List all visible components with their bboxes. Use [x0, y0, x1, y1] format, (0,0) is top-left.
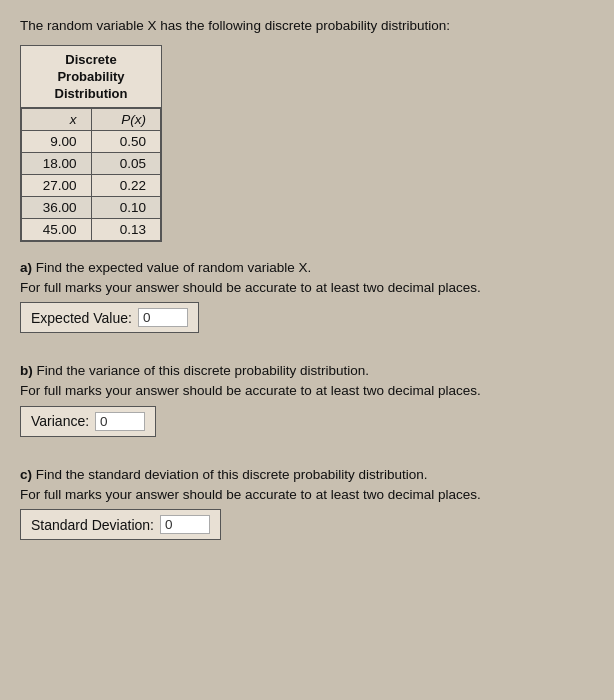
part-c-description: c) Find the standard deviation of this d… [20, 465, 594, 506]
intro-text: The random variable X has the following … [20, 18, 594, 33]
table-cell-px: 0.22 [91, 174, 161, 196]
part-b-block: b) Find the variance of this discrete pr… [20, 361, 594, 455]
expected-value-label: Expected Value: [31, 310, 132, 326]
variance-label: Variance: [31, 413, 89, 429]
col-header-px: P(x) [91, 108, 161, 130]
stddev-box: Standard Deviation: [20, 509, 221, 540]
table-cell-px: 0.50 [91, 130, 161, 152]
table-cell-x: 45.00 [22, 218, 92, 240]
table-row: 9.000.50 [22, 130, 161, 152]
table-cell-x: 18.00 [22, 152, 92, 174]
table-cell-x: 36.00 [22, 196, 92, 218]
expected-value-box: Expected Value: [20, 302, 199, 333]
table-cell-x: 27.00 [22, 174, 92, 196]
table-row: 36.000.10 [22, 196, 161, 218]
table-cell-px: 0.10 [91, 196, 161, 218]
table-cell-px: 0.13 [91, 218, 161, 240]
part-b-description: b) Find the variance of this discrete pr… [20, 361, 594, 402]
stddev-label: Standard Deviation: [31, 517, 154, 533]
table-row: 45.000.13 [22, 218, 161, 240]
part-c-block: c) Find the standard deviation of this d… [20, 465, 594, 559]
part-a-description: a) Find the expected value of random var… [20, 258, 594, 299]
table-cell-x: 9.00 [22, 130, 92, 152]
variance-box: Variance: [20, 406, 156, 437]
stddev-input[interactable] [160, 515, 210, 534]
part-a-block: a) Find the expected value of random var… [20, 258, 594, 352]
col-header-x: x [22, 108, 92, 130]
expected-value-input[interactable] [138, 308, 188, 327]
table-row: 27.000.22 [22, 174, 161, 196]
table-cell-px: 0.05 [91, 152, 161, 174]
table-title: Discrete Probability Distribution [21, 46, 161, 108]
table-row: 18.000.05 [22, 152, 161, 174]
variance-input[interactable] [95, 412, 145, 431]
distribution-table: Discrete Probability Distribution x P(x)… [20, 45, 162, 242]
